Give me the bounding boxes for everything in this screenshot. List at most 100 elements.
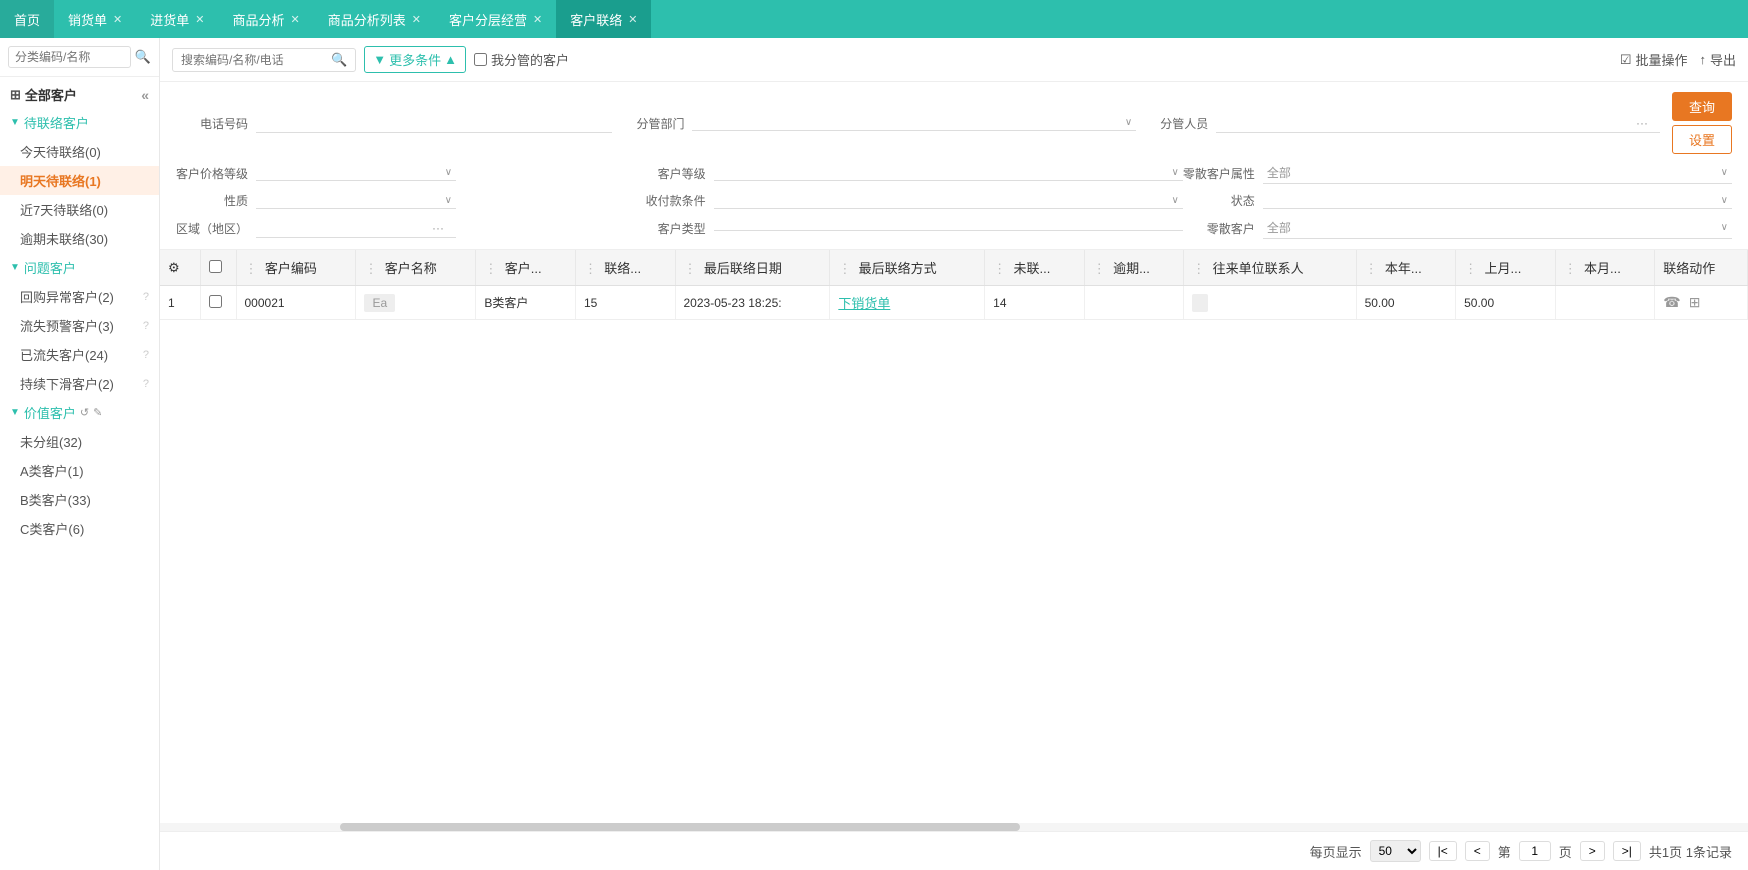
customers-table: ⚙ ⋮ 客户编码 ⋮ 客户名称 bbox=[160, 250, 1748, 320]
help-icon-repurchase[interactable]: ? bbox=[143, 291, 149, 303]
horizontal-scrollbar[interactable] bbox=[160, 823, 1748, 831]
sidebar-search-icon[interactable]: 🔍 bbox=[135, 49, 151, 65]
col-resize-icon-overdue: ⋮ bbox=[1093, 261, 1106, 277]
person-select[interactable]: ··· bbox=[1216, 114, 1660, 133]
value-group-title[interactable]: ▼ 价值客户 ↺ ✎ bbox=[0, 398, 159, 427]
phone-input[interactable] bbox=[256, 114, 612, 133]
sidebar-collapse-btn[interactable]: « bbox=[141, 87, 149, 103]
sidebar-search-input[interactable] bbox=[8, 46, 131, 68]
query-btn[interactable]: 查询 bbox=[1672, 92, 1732, 121]
select-all-checkbox[interactable] bbox=[209, 260, 222, 273]
customer-type-select[interactable] bbox=[714, 226, 1183, 231]
nav-customer-contact[interactable]: 客户联络 ✕ bbox=[556, 0, 651, 38]
pending-group-title[interactable]: ▼ 待联络客户 bbox=[0, 108, 159, 137]
row-last-method[interactable]: 下销货单 bbox=[830, 286, 985, 320]
sidebar-item-ungrouped[interactable]: 未分组(32) bbox=[0, 427, 159, 456]
sidebar-item-c-class[interactable]: C类客户(6) bbox=[0, 514, 159, 543]
nav-product-analysis[interactable]: 商品分析 ✕ bbox=[218, 0, 313, 38]
batch-op-btn[interactable]: ☑ 批量操作 bbox=[1620, 50, 1688, 69]
col-resize-icon-lm: ⋮ bbox=[1464, 261, 1477, 277]
next-page-btn[interactable]: > bbox=[1580, 841, 1605, 861]
page-num-input[interactable] bbox=[1519, 841, 1551, 861]
col-last-method: ⋮ 最后联络方式 bbox=[830, 250, 985, 286]
nav-home[interactable]: 首页 bbox=[0, 0, 54, 38]
retail-customer-select[interactable]: 全部 ∨ bbox=[1263, 217, 1732, 239]
sidebar-item-a-class[interactable]: A类客户(1) bbox=[0, 456, 159, 485]
level-select[interactable]: ∨ bbox=[714, 165, 1183, 181]
filter-row-1: 电话号码 分管部门 ∨ 分管人员 ··· bbox=[176, 92, 1732, 154]
sidebar-item-tomorrow-contact[interactable]: 明天待联络(1) bbox=[0, 166, 159, 195]
row-select-checkbox[interactable] bbox=[209, 295, 222, 308]
col-this-month: ⋮ 本月... bbox=[1555, 250, 1655, 286]
sidebar-item-lost-customers[interactable]: 已流失客户(24) ? bbox=[0, 340, 159, 369]
more-conditions-btn[interactable]: ▼ 更多条件 ▲ bbox=[364, 46, 466, 73]
col-last-month: ⋮ 上月... bbox=[1456, 250, 1556, 286]
status-arrow: ∨ bbox=[1721, 195, 1728, 206]
filter-cell-price-grade: 客户价格等级 ∨ bbox=[176, 165, 634, 182]
sidebar-item-7days-contact[interactable]: 近7天待联络(0) bbox=[0, 195, 159, 224]
col-resize-icon-last-method: ⋮ bbox=[838, 261, 851, 277]
help-icon-churn[interactable]: ? bbox=[143, 320, 149, 332]
sidebar-item-declining-customers[interactable]: 持续下滑客户(2) ? bbox=[0, 369, 159, 398]
close-sales-order-icon[interactable]: ✕ bbox=[113, 13, 122, 26]
more-action-icon[interactable]: ⊞ bbox=[1689, 294, 1701, 311]
last-method-link[interactable]: 下销货单 bbox=[838, 296, 890, 311]
search-input[interactable] bbox=[181, 53, 331, 67]
phone-action-icon[interactable]: ☎ bbox=[1663, 294, 1680, 311]
row-actions: ☎ ⊞ bbox=[1655, 286, 1748, 320]
first-page-btn[interactable]: |< bbox=[1429, 841, 1457, 861]
filter-cell-retail-attr: 零散客户属性 全部 ∨ bbox=[1183, 162, 1732, 184]
prev-page-btn[interactable]: < bbox=[1465, 841, 1490, 861]
sidebar-item-repurchase-abnormal[interactable]: 回购异常客户(2) ? bbox=[0, 282, 159, 311]
gender-select[interactable]: ∨ bbox=[256, 193, 456, 209]
dept-select[interactable]: ∨ bbox=[692, 115, 1136, 131]
table-area: ⚙ ⋮ 客户编码 ⋮ 客户名称 bbox=[160, 250, 1748, 823]
close-product-analysis-icon[interactable]: ✕ bbox=[291, 13, 300, 26]
settings-btn[interactable]: 设置 bbox=[1672, 125, 1732, 154]
close-purchase-order-icon[interactable]: ✕ bbox=[195, 13, 204, 26]
problem-group-title[interactable]: ▼ 问题客户 bbox=[0, 253, 159, 282]
all-customers-header: ⊞ 全部客户 « bbox=[0, 77, 159, 108]
sidebar-item-churn-warning[interactable]: 流失预警客户(3) ? bbox=[0, 311, 159, 340]
sidebar-item-b-class[interactable]: B类客户(33) bbox=[0, 485, 159, 514]
area-more-btn[interactable]: ··· bbox=[424, 221, 452, 235]
my-customers-checkbox[interactable] bbox=[474, 53, 487, 66]
sidebar-item-overdue-contact[interactable]: 逾期未联络(30) bbox=[0, 224, 159, 253]
my-customers-checkbox-label[interactable]: 我分管的客户 bbox=[474, 50, 569, 69]
help-icon-lost[interactable]: ? bbox=[143, 349, 149, 361]
area-select[interactable]: ··· bbox=[256, 219, 456, 238]
last-page-btn[interactable]: >| bbox=[1613, 841, 1641, 861]
nav-product-analysis-list[interactable]: 商品分析列表 ✕ bbox=[314, 0, 435, 38]
export-icon: ↑ bbox=[1699, 52, 1706, 67]
col-settings[interactable]: ⚙ bbox=[160, 250, 200, 286]
retail-attr-arrow: ∨ bbox=[1721, 167, 1728, 178]
help-icon-declining[interactable]: ? bbox=[143, 378, 149, 390]
nav-sales-order[interactable]: 销货单 ✕ bbox=[54, 0, 136, 38]
person-more-btn[interactable]: ··· bbox=[1628, 116, 1656, 130]
row-checkbox[interactable] bbox=[200, 286, 236, 320]
col-checkbox[interactable] bbox=[200, 250, 236, 286]
close-product-analysis-list-icon[interactable]: ✕ bbox=[412, 13, 421, 26]
sidebar-item-today-contact[interactable]: 今天待联络(0) bbox=[0, 137, 159, 166]
settings-col-icon[interactable]: ⚙ bbox=[168, 260, 180, 275]
per-page-select[interactable]: 50 100 bbox=[1370, 840, 1421, 862]
col-contact-count: ⋮ 联络... bbox=[575, 250, 675, 286]
toolbar-search-icon[interactable]: 🔍 bbox=[331, 52, 347, 68]
value-group-edit-icon[interactable]: ✎ bbox=[93, 406, 102, 419]
status-select[interactable]: ∨ bbox=[1263, 193, 1732, 209]
col-contact-person: ⋮ 往来单位联系人 bbox=[1184, 250, 1356, 286]
content-area: 🔍 ▼ 更多条件 ▲ 我分管的客户 ☑ 批量操作 ↑ 导出 bbox=[160, 38, 1748, 870]
close-customer-contact-icon[interactable]: ✕ bbox=[628, 13, 637, 26]
payment-select[interactable]: ∨ bbox=[714, 193, 1183, 209]
table-row: 1 000021 Ea B类客户 15 2023-05-23 18:25: 下销… bbox=[160, 286, 1748, 320]
price-grade-select[interactable]: ∨ bbox=[256, 165, 456, 181]
close-customer-tier-icon[interactable]: ✕ bbox=[533, 13, 542, 26]
nav-purchase-order[interactable]: 进货单 ✕ bbox=[136, 0, 218, 38]
retail-attr-select[interactable]: 全部 ∨ bbox=[1263, 162, 1732, 184]
nav-customer-tier[interactable]: 客户分层经营 ✕ bbox=[435, 0, 556, 38]
scrollbar-thumb[interactable] bbox=[340, 823, 1020, 831]
toolbar-right: ☑ 批量操作 ↑ 导出 bbox=[1620, 50, 1736, 69]
export-btn[interactable]: ↑ 导出 bbox=[1699, 50, 1736, 69]
value-group-refresh-icon[interactable]: ↺ bbox=[80, 406, 89, 419]
level-arrow: ∨ bbox=[1171, 167, 1178, 178]
